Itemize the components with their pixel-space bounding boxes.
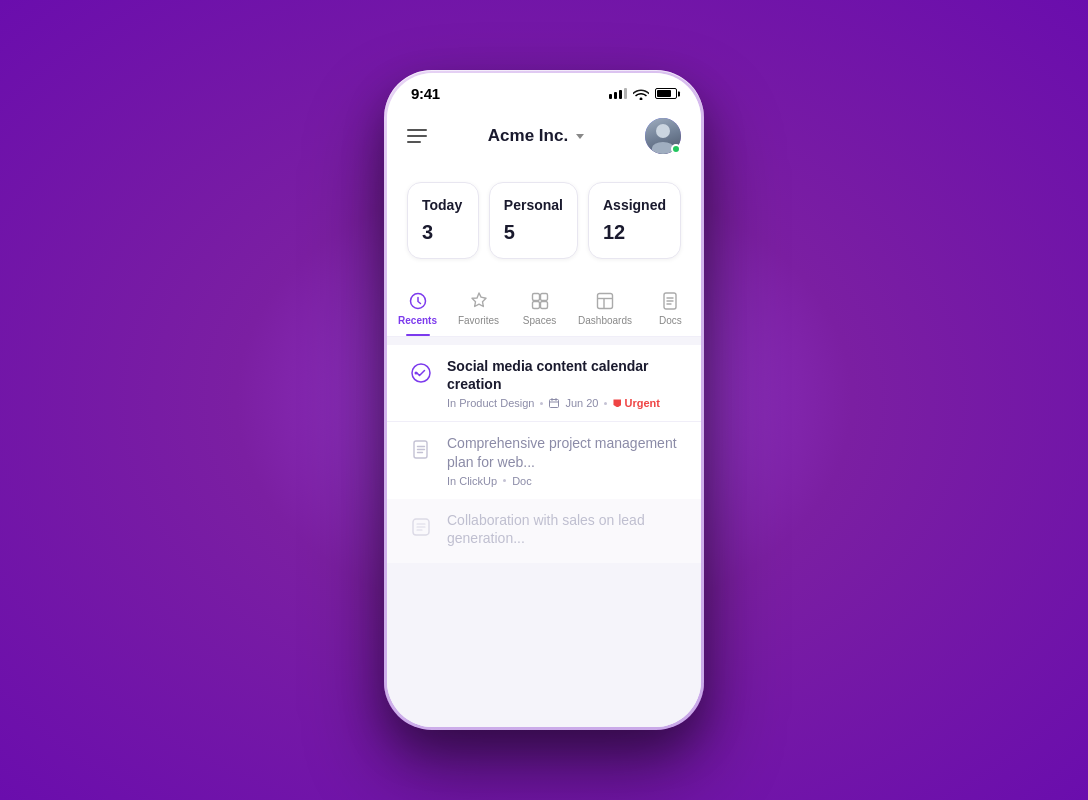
task-icon-1	[407, 359, 435, 387]
tab-favorites[interactable]: Favorites	[448, 291, 509, 336]
item-1-location: In Product Design	[447, 397, 534, 409]
task-icon-3	[407, 513, 435, 541]
status-time: 9:41	[411, 85, 440, 102]
user-avatar[interactable]	[645, 118, 681, 154]
online-status-dot	[671, 144, 681, 154]
today-value: 3	[422, 221, 464, 244]
dashboard-icon	[595, 291, 615, 311]
tab-docs[interactable]: Docs	[640, 291, 701, 336]
chevron-down-icon	[576, 134, 584, 139]
dashboards-tab-label: Dashboards	[578, 315, 632, 326]
tab-spaces[interactable]: Spaces	[509, 291, 570, 336]
today-label: Today	[422, 197, 464, 213]
item-2-title: Comprehensive project management plan fo…	[447, 434, 681, 470]
item-2-type: Doc	[512, 475, 532, 487]
svg-rect-1	[532, 294, 539, 301]
svg-point-8	[415, 372, 418, 375]
item-1-meta: In Product Design Jun 20 Ur	[447, 397, 681, 409]
svg-rect-5	[598, 294, 613, 309]
svg-rect-2	[540, 294, 547, 301]
tab-dashboards[interactable]: Dashboards	[570, 291, 640, 336]
signal-icon	[609, 88, 627, 99]
svg-rect-3	[532, 302, 539, 309]
svg-rect-4	[540, 302, 547, 309]
docs-icon	[660, 291, 680, 311]
assigned-card[interactable]: Assigned 12	[588, 182, 681, 259]
phone-screen: 9:41	[387, 73, 701, 727]
phone-frame: 9:41	[384, 70, 704, 730]
workspace-selector[interactable]: Acme Inc.	[488, 126, 584, 146]
spaces-tab-label: Spaces	[523, 315, 556, 326]
menu-button[interactable]	[407, 129, 427, 143]
item-3-title: Collaboration with sales on lead generat…	[447, 511, 681, 547]
recents-list: Social media content calendar creation I…	[387, 337, 701, 727]
today-card[interactable]: Today 3	[407, 182, 479, 259]
tab-recents[interactable]: Recents	[387, 291, 448, 336]
item-1-content: Social media content calendar creation I…	[447, 357, 681, 409]
personal-label: Personal	[504, 197, 563, 213]
personal-value: 5	[504, 221, 563, 244]
item-2-meta: In ClickUp Doc	[447, 475, 681, 487]
item-2-content: Comprehensive project management plan fo…	[447, 434, 681, 486]
workspace-name: Acme Inc.	[488, 126, 568, 146]
item-2-location: In ClickUp	[447, 475, 497, 487]
battery-icon	[655, 88, 677, 99]
docs-tab-label: Docs	[659, 315, 682, 326]
recents-tab-label: Recents	[398, 315, 437, 326]
stats-section: Today 3 Personal 5 Assigned 12	[387, 166, 701, 279]
star-icon	[469, 291, 489, 311]
assigned-value: 12	[603, 221, 666, 244]
calendar-icon	[549, 398, 559, 408]
wifi-icon	[633, 88, 649, 100]
urgent-label: Urgent	[624, 397, 659, 409]
list-item[interactable]: Comprehensive project management plan fo…	[387, 422, 701, 498]
item-1-date: Jun 20	[565, 397, 598, 409]
urgent-badge: Urgent	[613, 397, 659, 409]
item-1-title: Social media content calendar creation	[447, 357, 681, 393]
assigned-label: Assigned	[603, 197, 666, 213]
svg-rect-9	[550, 400, 559, 408]
status-bar: 9:41	[387, 73, 701, 110]
item-3-content: Collaboration with sales on lead generat…	[447, 511, 681, 551]
list-item[interactable]: Social media content calendar creation I…	[387, 345, 701, 422]
fade-overlay	[387, 647, 701, 727]
app-header: Acme Inc.	[387, 110, 701, 166]
spaces-icon	[530, 291, 550, 311]
clock-icon	[408, 291, 428, 311]
nav-tabs: Recents Favorites Spaces	[387, 279, 701, 337]
main-content: Today 3 Personal 5 Assigned 12	[387, 166, 701, 727]
doc-icon-2	[407, 436, 435, 464]
favorites-tab-label: Favorites	[458, 315, 499, 326]
status-icons	[609, 88, 677, 100]
list-item[interactable]: Collaboration with sales on lead generat…	[387, 499, 701, 563]
personal-card[interactable]: Personal 5	[489, 182, 578, 259]
